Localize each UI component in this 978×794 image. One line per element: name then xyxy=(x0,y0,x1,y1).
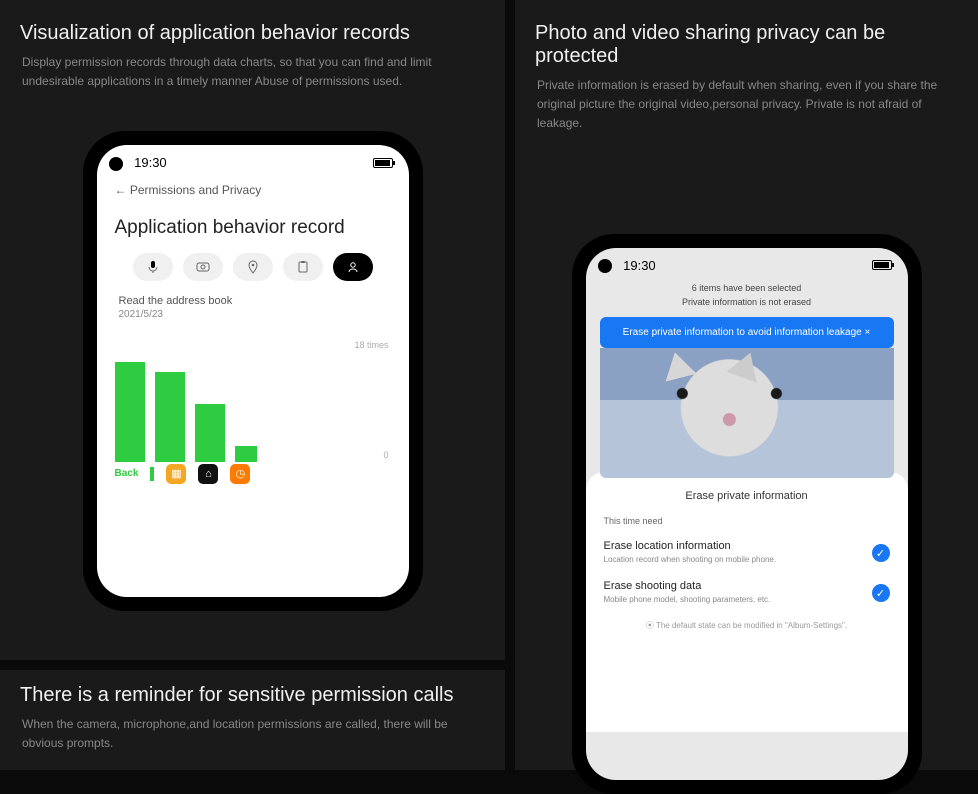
punch-hole-camera xyxy=(109,157,123,171)
phone-screen-right: 19:30 6 items have been selected Private… xyxy=(586,248,908,780)
xlabel-spark xyxy=(150,467,154,481)
chart-bars xyxy=(115,362,257,462)
section-title-privacy: Photo and video sharing privacy can be p… xyxy=(515,0,978,76)
selection-count: 6 items have been selected xyxy=(586,279,908,293)
pill-mic[interactable] xyxy=(133,253,173,281)
erase-status: Private information is not erased xyxy=(586,293,908,307)
status-time: 19:30 xyxy=(134,155,167,170)
clipboard-icon xyxy=(296,260,310,274)
check-icon[interactable]: ✓ xyxy=(872,544,890,562)
chart-xaxis: Back ▦ ⌂ ◷ xyxy=(115,464,251,484)
bar-3 xyxy=(195,404,225,462)
sheet-title: Erase private information xyxy=(604,490,890,502)
erase-sheet: Erase private information This time need… xyxy=(586,472,908,732)
bar-2 xyxy=(155,372,185,462)
cat-ear-r xyxy=(726,347,765,382)
check-icon[interactable]: ✓ xyxy=(872,584,890,602)
status-bar: 19:30 xyxy=(97,145,409,177)
phone-frame-left: 19:30 ← Permissions and Privacy Applicat… xyxy=(83,131,423,611)
phone-frame-right: 19:30 6 items have been selected Private… xyxy=(572,234,922,794)
battery-icon-r xyxy=(872,260,892,270)
bar-4 xyxy=(235,446,257,462)
erase-banner[interactable]: Erase private information to avoid infor… xyxy=(600,317,894,348)
punch-hole-camera-r xyxy=(598,259,612,273)
section-desc-behavior: Display permission records through data … xyxy=(0,53,505,101)
app-icon-1[interactable]: ▦ xyxy=(166,464,186,484)
section-title-behavior: Visualization of application behavior re… xyxy=(0,0,505,53)
section-title-reminder: There is a reminder for sensitive permis… xyxy=(0,670,505,715)
status-bar-r: 19:30 xyxy=(586,248,908,280)
back-nav[interactable]: ← Permissions and Privacy xyxy=(97,177,409,203)
option-erase-location[interactable]: Erase location information Location reco… xyxy=(604,540,890,564)
selected-photo-preview[interactable] xyxy=(600,348,894,478)
pill-location[interactable] xyxy=(233,253,273,281)
pill-camera[interactable] xyxy=(183,253,223,281)
status-time-r: 19:30 xyxy=(623,258,656,273)
opt1-sub: Location record when shooting on mobile … xyxy=(604,555,777,564)
chart-title: Read the address book xyxy=(97,295,409,309)
option-erase-shooting[interactable]: Erase shooting data Mobile phone model, … xyxy=(604,580,890,604)
section-desc-privacy: Private information is erased by default… xyxy=(515,76,978,144)
xlabel-back: Back xyxy=(115,468,139,479)
sheet-footer: ⦿ The default state can be modified in "… xyxy=(604,620,890,631)
pill-contacts[interactable] xyxy=(333,253,373,281)
contacts-icon xyxy=(346,260,360,274)
phone-screen-left: 19:30 ← Permissions and Privacy Applicat… xyxy=(97,145,409,597)
bar-1 xyxy=(115,362,145,462)
app-icon-2[interactable]: ⌂ xyxy=(198,464,218,484)
opt1-title: Erase location information xyxy=(604,540,777,552)
section-desc-reminder: When the camera, microphone,and location… xyxy=(0,715,505,763)
ytick-lower: 0 xyxy=(383,450,388,460)
chart-date: 2021/5/23 xyxy=(97,309,409,330)
location-icon xyxy=(246,260,260,274)
permission-pill-row xyxy=(97,253,409,295)
mic-icon xyxy=(146,260,160,274)
ytick-upper: 18 times xyxy=(354,340,388,350)
camera-icon xyxy=(196,260,210,274)
battery-icon xyxy=(373,158,393,168)
pill-clipboard[interactable] xyxy=(283,253,323,281)
opt2-title: Erase shooting data xyxy=(604,580,771,592)
opt2-sub: Mobile phone model, shooting parameters,… xyxy=(604,595,771,604)
chart-area: 18 times 0 Back ▦ ⌂ ◷ xyxy=(115,334,391,484)
cat-ear-l xyxy=(659,349,696,382)
page-title: Application behavior record xyxy=(97,203,409,253)
app-icon-3[interactable]: ◷ xyxy=(230,464,250,484)
sheet-subtitle: This time need xyxy=(604,516,890,526)
